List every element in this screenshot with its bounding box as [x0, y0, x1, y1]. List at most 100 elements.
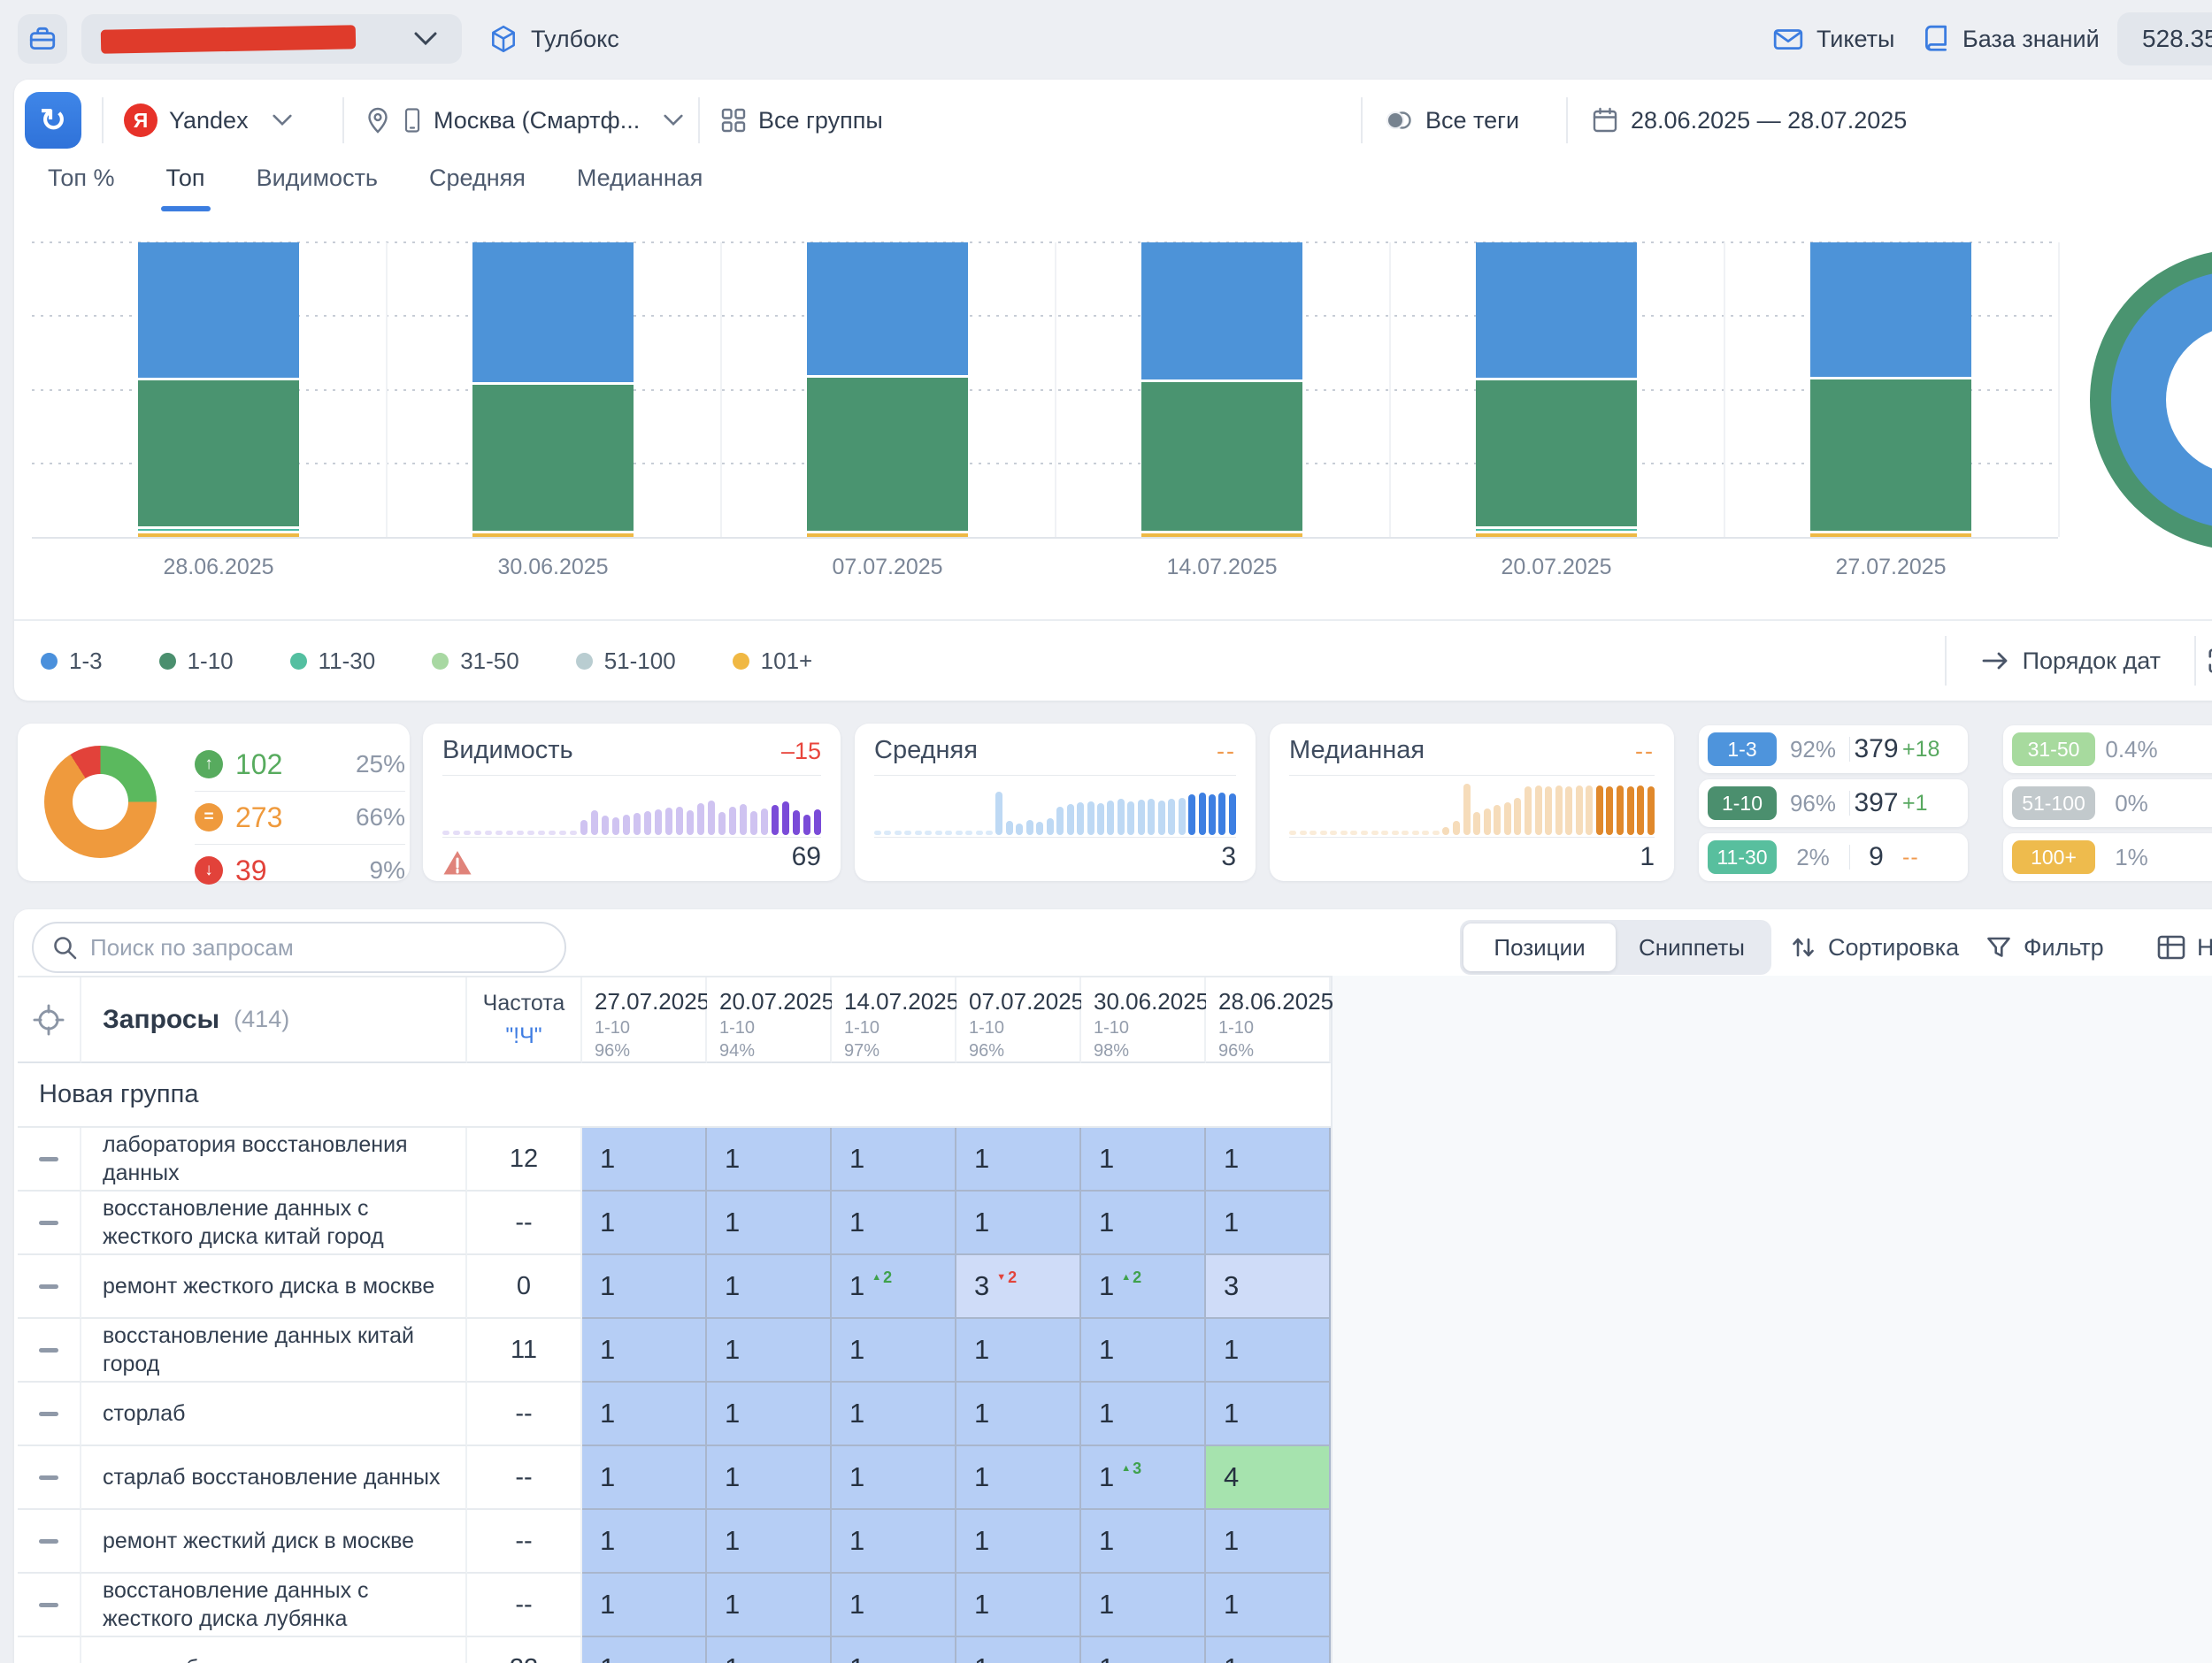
- position-value: 1: [849, 1589, 865, 1620]
- table-header-date[interactable]: 27.07.2025 1-10 96%: [582, 977, 710, 1063]
- position-value: 1: [725, 1525, 741, 1556]
- legend-item-1-10[interactable]: 1-10: [158, 647, 234, 675]
- row-drag-handle[interactable]: [18, 1637, 81, 1663]
- legend-label: 1-10: [187, 647, 234, 674]
- tickets-button[interactable]: Тикеты: [1772, 14, 1894, 64]
- table-header-target[interactable]: [18, 977, 81, 1063]
- position-cell: 1: [1206, 1637, 1331, 1663]
- changes-card[interactable]: ↑ 102 25% = 273 66% ↓ 39 9%: [18, 724, 410, 886]
- median-delta: --: [1635, 738, 1655, 764]
- average-card[interactable]: Средняя -- 3: [855, 724, 1256, 881]
- page-root: Тулбокс Тикеты База знаний 528.35 ↻ Я Ya…: [0, 0, 2212, 1663]
- row-drag-handle[interactable]: [18, 1319, 81, 1383]
- row-drag-handle[interactable]: [18, 1383, 81, 1446]
- top-stat-1-3[interactable]: 1-3 92% 379 +18: [1699, 725, 1968, 773]
- projects-button[interactable]: [18, 14, 67, 64]
- query-cell[interactable]: сторлаб: [81, 1383, 467, 1446]
- row-drag-handle[interactable]: [18, 1128, 81, 1192]
- row-drag-handle[interactable]: [18, 1446, 81, 1510]
- bar-segment-1-10: [138, 378, 299, 527]
- range-badge: 31-50: [2012, 732, 2095, 766]
- position-value: 1: [600, 1334, 616, 1365]
- spark-bar: [453, 831, 460, 835]
- query-cell[interactable]: ремонт жесткий диск в москве: [81, 1510, 467, 1574]
- query-cell[interactable]: восстановление данных с жесткого диска к…: [81, 1192, 467, 1255]
- legend-item-31-50[interactable]: 31-50: [432, 648, 519, 675]
- spark-bar: [1188, 794, 1196, 835]
- top-stat-1-10[interactable]: 1-10 96% 397 +1: [1699, 779, 1968, 827]
- visibility-card[interactable]: Видимость –15 69: [423, 724, 841, 881]
- knowledge-base-button[interactable]: База знаний: [1922, 14, 2100, 64]
- columns-settings-button[interactable]: Н: [2156, 920, 2212, 975]
- position-cell: 1: [707, 1192, 832, 1255]
- position-cell: 1: [1081, 1574, 1206, 1637]
- spark-bar: [803, 815, 810, 835]
- spark-bar: [1586, 786, 1594, 835]
- date-order-button[interactable]: Порядок дат: [1947, 648, 2194, 675]
- legend-item-1-3[interactable]: 1-3: [41, 648, 103, 675]
- expand-icon[interactable]: [2196, 646, 2212, 676]
- table-header-date[interactable]: 14.07.2025 1-10 97%: [832, 977, 959, 1063]
- top-stat-51-100[interactable]: 51-100 0%: [2003, 779, 2212, 827]
- position-cell: 1: [956, 1510, 1081, 1574]
- group-header[interactable]: Новая группа: [18, 1063, 1331, 1128]
- position-cell: 1: [707, 1255, 832, 1319]
- position-value: 1: [600, 1143, 616, 1174]
- legend-item-101+[interactable]: 101+: [732, 648, 812, 675]
- spark-bar: [1299, 831, 1307, 835]
- sort-button[interactable]: Сортировка: [1789, 920, 1959, 975]
- spark-bar: [761, 809, 768, 835]
- table-header-frequency[interactable]: Частота "!Ч": [467, 977, 582, 1063]
- top-stat-11-30[interactable]: 11-30 2% 9 --: [1699, 833, 1968, 881]
- balance-pill[interactable]: 528.35: [2117, 12, 2212, 65]
- table-header-date[interactable]: 20.07.2025 1-10 94%: [707, 977, 834, 1063]
- frequency-cell: --: [467, 1446, 582, 1510]
- search-input[interactable]: [90, 933, 515, 962]
- filter-button[interactable]: Фильтр: [1985, 920, 2104, 975]
- legend-dot: [432, 652, 449, 670]
- query-cell[interactable]: восстановление данных с жесткого диска л…: [81, 1574, 467, 1637]
- row-drag-handle[interactable]: [18, 1255, 81, 1319]
- position-cell: 1: [956, 1446, 1081, 1510]
- redacted-project-url: [100, 25, 357, 54]
- row-drag-handle[interactable]: [18, 1192, 81, 1255]
- spark-bar: [995, 792, 1003, 835]
- spark-bar: [904, 831, 912, 835]
- table-header-queries[interactable]: Запросы (414): [81, 977, 467, 1063]
- table-header-date[interactable]: 30.06.2025 1-10 98%: [1081, 977, 1209, 1063]
- project-selector[interactable]: [81, 14, 462, 64]
- spark-bar: [1483, 809, 1491, 835]
- row-drag-handle[interactable]: [18, 1574, 81, 1637]
- query-cell[interactable]: восстановление данных китай город: [81, 1319, 467, 1383]
- query-cell[interactable]: стералаб: [81, 1637, 467, 1663]
- spark-bar: [1606, 786, 1614, 835]
- row-drag-handle[interactable]: [18, 1510, 81, 1574]
- spark-bar: [975, 831, 983, 835]
- table-header-date[interactable]: 28.06.2025 1-10 96%: [1206, 977, 1333, 1063]
- date-label: 07.07.2025: [969, 988, 1085, 1015]
- top-stat-100+[interactable]: 100+ 1%: [2003, 833, 2212, 881]
- legend-item-11-30[interactable]: 11-30: [289, 648, 375, 675]
- spark-bar: [1066, 804, 1074, 835]
- query-cell[interactable]: старлаб восстановление данных: [81, 1446, 467, 1510]
- median-card[interactable]: Медианная -- 1: [1270, 724, 1674, 881]
- columns-label: Н: [2197, 933, 2212, 961]
- position-value: 1: [849, 1270, 865, 1301]
- query-cell[interactable]: ремонт жесткого диска в москве: [81, 1255, 467, 1319]
- top-stat-31-50[interactable]: 31-50 0.4%: [2003, 725, 2212, 773]
- toolbox-button[interactable]: Тулбокс: [488, 14, 619, 64]
- changes-down-row: ↓ 39 9%: [195, 847, 405, 893]
- position-value: 1: [1224, 1334, 1240, 1365]
- query-cell[interactable]: лаборатория восстановления данных: [81, 1128, 467, 1192]
- position-cell: 1: [956, 1319, 1081, 1383]
- spark-bar: [1391, 831, 1399, 835]
- median-sparkline: [1289, 780, 1655, 835]
- positions-tab[interactable]: Позиции: [1463, 923, 1616, 971]
- position-cell: 1: [582, 1446, 707, 1510]
- date-range-label: 1-10: [969, 1018, 1005, 1038]
- snippets-tab[interactable]: Сниппеты: [1616, 923, 1768, 971]
- legend-item-51-100[interactable]: 51-100: [575, 648, 676, 675]
- table-header-date[interactable]: 07.07.2025 1-10 96%: [956, 977, 1085, 1063]
- range-count: 397: [1854, 788, 1899, 817]
- spark-bar: [1555, 786, 1563, 835]
